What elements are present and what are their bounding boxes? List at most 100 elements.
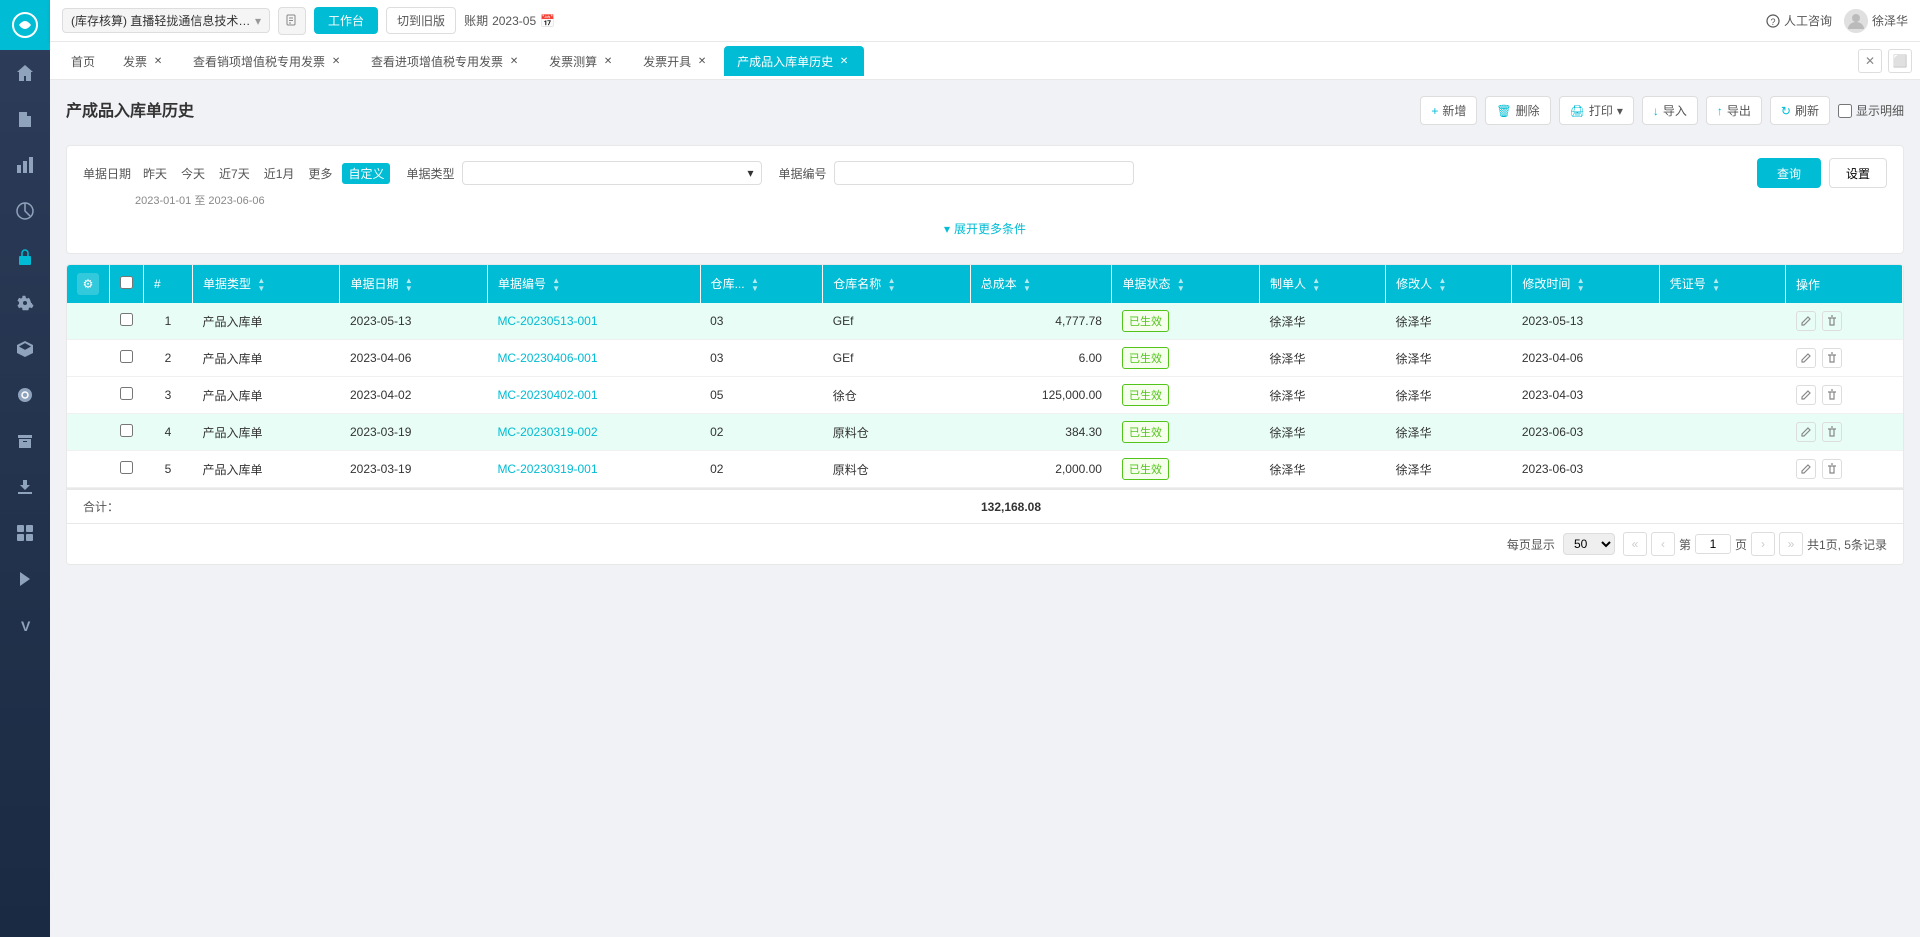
delete-label: 删除 [1516, 102, 1540, 119]
next-page-btn[interactable]: › [1751, 532, 1775, 556]
sidebar-icon-download[interactable] [0, 464, 50, 510]
sidebar-icon-stamp[interactable] [0, 372, 50, 418]
sidebar-icon-video[interactable] [0, 556, 50, 602]
workbench-button[interactable]: 工作台 [314, 7, 378, 34]
sort-creator-icon[interactable]: ▲▼ [1312, 277, 1320, 293]
sort-voucher-icon[interactable]: ▲▼ [1712, 277, 1720, 293]
row-delete-icon-1[interactable] [1822, 348, 1842, 368]
tab-sales-invoice[interactable]: 查看销项增值税专用发票 ✕ [180, 46, 356, 76]
row-type-4: 产品入库单 [193, 451, 340, 488]
refresh-label: 刷新 [1795, 102, 1819, 119]
row-select-0[interactable] [120, 313, 133, 326]
new-button[interactable]: + 新增 [1420, 96, 1477, 125]
prev-page-btn[interactable]: ‹ [1651, 532, 1675, 556]
sidebar-icon-analytics[interactable] [0, 188, 50, 234]
tab-calc-invoice-close[interactable]: ✕ [601, 54, 615, 68]
document-icon-btn[interactable] [278, 7, 306, 35]
sort-modifier-icon[interactable]: ▲▼ [1438, 277, 1446, 293]
table-row: 2 产品入库单 2023-04-06 MC-20230406-001 03 GE… [67, 340, 1903, 377]
delete-button[interactable]: 🗑 删除 [1485, 96, 1550, 125]
query-button[interactable]: 查询 [1757, 158, 1821, 188]
help-button[interactable]: ? 人工咨询 [1766, 12, 1832, 29]
tab-product-history[interactable]: 产成品入库单历史 ✕ [724, 46, 864, 76]
refresh-button[interactable]: ↻ 刷新 [1770, 96, 1830, 125]
tab-invoice-close[interactable]: ✕ [151, 54, 165, 68]
print-button[interactable]: 🖨 打印 ▾ [1559, 96, 1634, 125]
tab-purchase-invoice-close[interactable]: ✕ [507, 54, 521, 68]
tab-open-invoice-close[interactable]: ✕ [695, 54, 709, 68]
import-button[interactable]: ↓ 导入 [1642, 96, 1698, 125]
row-number-1[interactable]: MC-20230406-001 [487, 340, 700, 377]
shortcut-1month[interactable]: 近1月 [260, 163, 299, 184]
col-warehouse-name: 仓库名称 ▲▼ [823, 265, 970, 303]
user-info[interactable]: 徐泽华 [1844, 9, 1908, 33]
sort-cost-icon[interactable]: ▲▼ [1023, 277, 1031, 293]
row-edit-icon-3[interactable] [1796, 422, 1816, 442]
row-wcode-3: 02 [700, 414, 823, 451]
sidebar-icon-document[interactable] [0, 96, 50, 142]
tab-invoice[interactable]: 发票 ✕ [110, 46, 178, 76]
tab-home[interactable]: 首页 [58, 46, 108, 76]
row-select-1[interactable] [120, 350, 133, 363]
page-size-select[interactable]: 50 100 200 [1563, 533, 1615, 555]
expand-filter-button[interactable]: ▾ 展开更多条件 [936, 216, 1034, 241]
row-number-4[interactable]: MC-20230319-001 [487, 451, 700, 488]
tab-sales-invoice-close[interactable]: ✕ [329, 54, 343, 68]
sort-wname-icon[interactable]: ▲▼ [888, 277, 896, 293]
row-edit-icon-4[interactable] [1796, 459, 1816, 479]
number-filter-input[interactable] [834, 161, 1134, 185]
sidebar-icon-gear[interactable] [0, 510, 50, 556]
row-number-0[interactable]: MC-20230513-001 [487, 303, 700, 340]
sort-date-icon[interactable]: ▲▼ [405, 277, 413, 293]
shortcut-yesterday[interactable]: 昨天 [139, 163, 171, 184]
row-num-1: 2 [144, 340, 193, 377]
sort-status-icon[interactable]: ▲▼ [1177, 277, 1185, 293]
row-select-4[interactable] [120, 461, 133, 474]
shortcut-7days[interactable]: 近7天 [215, 163, 254, 184]
company-selector[interactable]: (库存核算) 直播轻拢通信息技术股份... ▾ [62, 8, 270, 33]
first-page-btn[interactable]: « [1623, 532, 1647, 556]
row-number-3[interactable]: MC-20230319-002 [487, 414, 700, 451]
row-select-3[interactable] [120, 424, 133, 437]
sidebar-icon-settings2[interactable] [0, 280, 50, 326]
switch-version-button[interactable]: 切到旧版 [386, 7, 456, 34]
export-button[interactable]: ↑ 导出 [1706, 96, 1762, 125]
tab-calc-invoice[interactable]: 发票测算 ✕ [536, 46, 628, 76]
shortcut-custom[interactable]: 自定义 [342, 163, 390, 184]
show-detail-checkbox[interactable] [1838, 104, 1852, 118]
sidebar-icon-lock[interactable] [0, 234, 50, 280]
sort-wcode-icon[interactable]: ▲▼ [751, 277, 759, 293]
row-edit-icon-0[interactable] [1796, 311, 1816, 331]
table-settings-icon[interactable]: ⚙ [77, 273, 99, 295]
tab-close-btn[interactable]: ✕ [1858, 49, 1882, 73]
row-delete-icon-3[interactable] [1822, 422, 1842, 442]
row-wcode-0: 03 [700, 303, 823, 340]
row-edit-icon-2[interactable] [1796, 385, 1816, 405]
sidebar-icon-info[interactable]: V [0, 602, 50, 648]
row-select-2[interactable] [120, 387, 133, 400]
sidebar-icon-archive[interactable] [0, 418, 50, 464]
row-delete-icon-2[interactable] [1822, 385, 1842, 405]
type-filter-select[interactable]: ▾ [462, 161, 762, 185]
shortcut-more[interactable]: 更多 [304, 163, 336, 184]
sidebar-icon-product[interactable] [0, 326, 50, 372]
sort-type-icon[interactable]: ▲▼ [257, 277, 265, 293]
select-all-checkbox[interactable] [120, 276, 133, 289]
col-type: 单据类型 ▲▼ [193, 265, 340, 303]
row-edit-icon-1[interactable] [1796, 348, 1816, 368]
sidebar-icon-chart[interactable] [0, 142, 50, 188]
row-number-2[interactable]: MC-20230402-001 [487, 377, 700, 414]
tab-maximize-btn[interactable]: ⬜ [1888, 49, 1912, 73]
sidebar-icon-home[interactable] [0, 50, 50, 96]
sort-number-icon[interactable]: ▲▼ [552, 277, 560, 293]
sort-mtime-icon[interactable]: ▲▼ [1577, 277, 1585, 293]
shortcut-today[interactable]: 今天 [177, 163, 209, 184]
tab-product-history-close[interactable]: ✕ [837, 54, 851, 68]
last-page-btn[interactable]: » [1779, 532, 1803, 556]
row-delete-icon-0[interactable] [1822, 311, 1842, 331]
row-delete-icon-4[interactable] [1822, 459, 1842, 479]
tab-open-invoice[interactable]: 发票开具 ✕ [630, 46, 722, 76]
tab-purchase-invoice[interactable]: 查看进项增值税专用发票 ✕ [358, 46, 534, 76]
setting-button[interactable]: 设置 [1829, 158, 1887, 188]
page-input[interactable] [1695, 534, 1731, 554]
